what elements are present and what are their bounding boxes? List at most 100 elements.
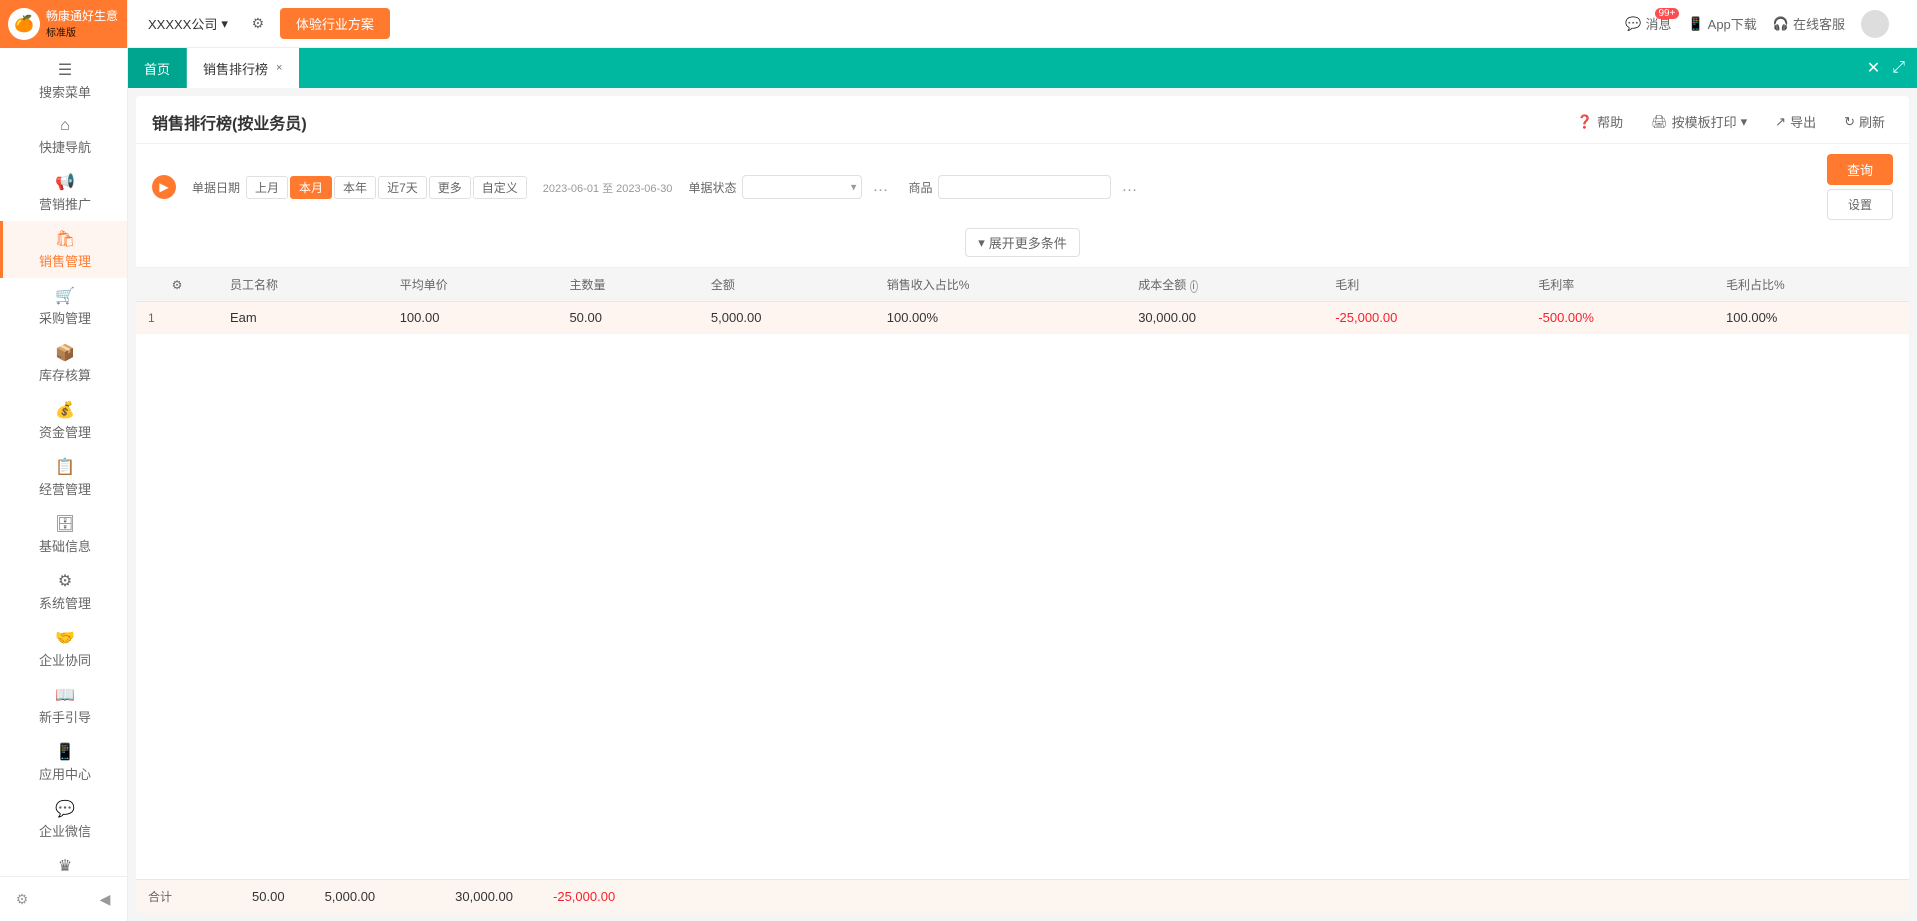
- content-area: 销售排行榜(按业务员) ❓ 帮助 🖨 按模板打印 ▾ ↗ 导出: [128, 88, 1917, 921]
- status-select[interactable]: [742, 175, 862, 199]
- message-icon: 💬: [1625, 16, 1641, 32]
- message-button[interactable]: 💬 消息 99+: [1625, 14, 1671, 33]
- logo-icon: 🍊: [8, 8, 40, 40]
- sidebar-item-enterprise[interactable]: 🤝 企业协同: [0, 620, 127, 677]
- sidebar-item-system[interactable]: ⚙ 系统管理: [0, 563, 127, 620]
- footer-total: 5,000.00: [325, 889, 376, 904]
- basic-info-icon: 🗄: [55, 514, 75, 534]
- refresh-button[interactable]: ↻ 刷新: [1836, 108, 1893, 135]
- status-filter: 单据状态 …: [688, 175, 892, 199]
- date-current-year-button[interactable]: 本年: [334, 176, 376, 199]
- sidebar-item-guide[interactable]: 📖 新手引导: [0, 677, 127, 734]
- company-settings-button[interactable]: ⚙: [244, 10, 272, 38]
- sidebar-item-purchase[interactable]: 🛒 采购管理: [0, 278, 127, 335]
- date-custom-button[interactable]: 自定义: [473, 176, 527, 199]
- online-service-label: 在线客服: [1793, 14, 1845, 33]
- export-icon: ↗: [1775, 114, 1786, 130]
- tab-maximize-button[interactable]: ⤢: [1888, 55, 1909, 81]
- date-more-button[interactable]: 更多: [429, 176, 471, 199]
- sidebar-item-operations[interactable]: 📋 经营管理: [0, 449, 127, 506]
- sidebar-item-label: 企业微信: [39, 821, 91, 840]
- col-cost-total: 成本全额 i: [1126, 268, 1323, 302]
- sidebar-item-member[interactable]: ♛ 畅会员: [0, 848, 127, 876]
- tab-home[interactable]: 首页: [128, 48, 187, 88]
- expand-more-button[interactable]: ▾ 展开更多条件: [965, 228, 1080, 257]
- sidebar-item-finance[interactable]: 💰 资金管理: [0, 392, 127, 449]
- tab-home-label: 首页: [144, 59, 170, 78]
- home-icon: ⌂: [60, 117, 70, 135]
- cell-rank: 1: [136, 302, 218, 334]
- expand-icon: ▾: [978, 235, 985, 251]
- filter-toggle: ▶: [152, 175, 176, 199]
- cell-gross-rate: -500.00%: [1526, 302, 1714, 334]
- page-actions: ❓ 帮助 🖨 按模板打印 ▾ ↗ 导出 ↻ 刷新: [1569, 108, 1893, 135]
- col-name: 员工名称: [218, 268, 388, 302]
- status-more-dots[interactable]: …: [868, 178, 892, 196]
- sidebar-item-app-center[interactable]: 📱 应用中心: [0, 734, 127, 791]
- trial-button[interactable]: 体验行业方案: [280, 8, 390, 39]
- table-footer: 合计 50.00 5,000.00 30,000.00 -25,000.00: [136, 879, 1909, 913]
- query-button[interactable]: 查询: [1827, 154, 1893, 185]
- sidebar-item-label: 基础信息: [39, 536, 91, 555]
- cell-cost-total: 30,000.00: [1126, 302, 1323, 334]
- message-badge: 99+: [1655, 8, 1680, 19]
- tab-close-icon[interactable]: ×: [276, 62, 282, 74]
- cell-avg-price: 100.00: [388, 302, 558, 334]
- help-icon: ❓: [1577, 114, 1593, 130]
- member-icon: ♛: [58, 856, 72, 876]
- company-selector[interactable]: XXXXX公司 ▾: [140, 10, 236, 37]
- filter-toggle-icon[interactable]: ▶: [152, 175, 176, 199]
- table-wrapper: ⚙ 员工名称 平均单价 主数量 全额 销售收入占比% 成本全额 i 毛利 毛利率…: [136, 268, 1909, 879]
- col-gross-ratio: 毛利占比%: [1714, 268, 1909, 302]
- settings-button[interactable]: 设置: [1827, 189, 1893, 220]
- refresh-icon: ↻: [1844, 114, 1855, 130]
- cell-gross-profit: -25,000.00: [1323, 302, 1526, 334]
- guide-icon: 📖: [55, 685, 75, 705]
- sidebar-item-label: 采购管理: [39, 308, 91, 327]
- tab-sales-ranking[interactable]: 销售排行榜 ×: [187, 48, 299, 88]
- sidebar-item-inventory[interactable]: 📦 库存核算: [0, 335, 127, 392]
- page-header: 销售排行榜(按业务员) ❓ 帮助 🖨 按模板打印 ▾ ↗ 导出: [136, 96, 1909, 144]
- goods-input[interactable]: [938, 175, 1111, 199]
- sidebar-item-marketing[interactable]: 📢 营销推广: [0, 164, 127, 221]
- tab-close-all-button[interactable]: ✕: [1863, 54, 1884, 82]
- template-print-button[interactable]: 🖨 按模板打印 ▾: [1643, 108, 1755, 135]
- tab-sales-ranking-label: 销售排行榜: [203, 59, 268, 78]
- help-button[interactable]: ❓ 帮助: [1569, 108, 1631, 135]
- data-table: ⚙ 员工名称 平均单价 主数量 全额 销售收入占比% 成本全额 i 毛利 毛利率…: [136, 268, 1909, 334]
- col-quantity: 主数量: [557, 268, 698, 302]
- app-download-icon: 📱: [1687, 16, 1703, 32]
- sidebar-item-label: 搜索菜单: [39, 82, 91, 101]
- sidebar-item-basic-info[interactable]: 🗄 基础信息: [0, 506, 127, 563]
- sidebar-item-weixin[interactable]: 💬 企业微信: [0, 791, 127, 848]
- footer-cost-total: 30,000.00: [455, 889, 513, 904]
- footer-quantity: 50.00: [252, 889, 285, 904]
- sidebar-item-label: 库存核算: [39, 365, 91, 384]
- tabbar-actions: ✕ ⤢: [1863, 54, 1917, 82]
- sidebar-nav: ☰ 搜索菜单 ⌂ 快捷导航 📢 营销推广 🛍 销售管理 🛒 采购管理 📦 库存核…: [0, 48, 127, 876]
- app-download-label: App下载: [1708, 14, 1757, 33]
- filter-area: ▶ 单据日期 上月 本月 本年 近7天 更多 自定义: [136, 144, 1909, 268]
- user-avatar[interactable]: [1861, 10, 1889, 38]
- col-avg-price: 平均单价: [388, 268, 558, 302]
- enterprise-icon: 🤝: [55, 628, 75, 648]
- online-service-button[interactable]: 🎧 在线客服: [1773, 14, 1845, 33]
- sidebar-item-search[interactable]: ☰ 搜索菜单: [0, 52, 127, 109]
- sidebar-item-quick-nav[interactable]: ⌂ 快捷导航: [0, 109, 127, 164]
- date-7days-button[interactable]: 近7天: [378, 176, 427, 199]
- company-name: XXXXX公司: [148, 14, 217, 33]
- date-current-month-button[interactable]: 本月: [290, 176, 332, 199]
- col-sales-ratio: 销售收入占比%: [875, 268, 1126, 302]
- date-prev-month-button[interactable]: 上月: [246, 176, 288, 199]
- weixin-icon: 💬: [55, 799, 75, 819]
- sidebar-item-label: 快捷导航: [39, 137, 91, 156]
- cell-quantity: 50.00: [557, 302, 698, 334]
- sidebar-item-sales[interactable]: 🛍 销售管理: [0, 221, 127, 278]
- app-download-button[interactable]: 📱 App下载: [1687, 14, 1756, 33]
- export-button[interactable]: ↗ 导出: [1767, 108, 1824, 135]
- goods-more-dots[interactable]: …: [1117, 178, 1141, 196]
- sidebar-settings-button[interactable]: ⚙: [8, 885, 36, 913]
- sidebar-item-label: 应用中心: [39, 764, 91, 783]
- status-label: 单据状态: [688, 179, 736, 196]
- sidebar-collapse-button[interactable]: ◀: [91, 885, 119, 913]
